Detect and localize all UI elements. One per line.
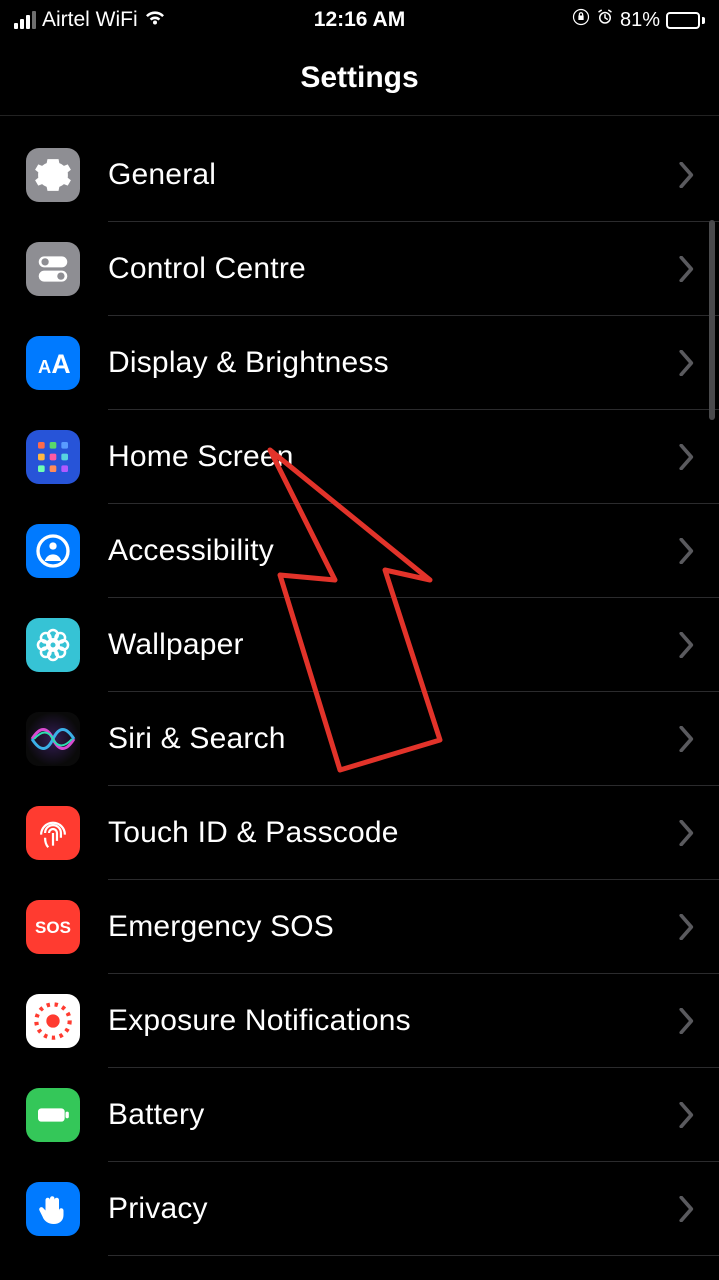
chevron-right-icon	[679, 632, 695, 658]
bottom-black-bar	[0, 1260, 719, 1280]
settings-row-touchid[interactable]: Touch ID & Passcode	[0, 786, 719, 880]
chevron-right-icon	[679, 350, 695, 376]
carrier-label: Airtel WiFi	[42, 8, 138, 32]
status-bar-right: 81%	[572, 8, 705, 32]
chevron-right-icon	[679, 1008, 695, 1034]
chevron-right-icon	[679, 914, 695, 940]
settings-row-body: Emergency SOS	[108, 880, 719, 974]
status-bar-left: Airtel WiFi	[14, 8, 166, 32]
battery-icon-status	[666, 12, 705, 29]
settings-row-label: Accessibility	[108, 534, 679, 568]
chevron-right-icon	[679, 256, 695, 282]
settings-row-label: Display & Brightness	[108, 346, 679, 380]
settings-row-display[interactable]: AA Display & Brightness	[0, 316, 719, 410]
chevron-right-icon	[679, 1196, 695, 1222]
settings-row-home-screen[interactable]: Home Screen	[0, 410, 719, 504]
settings-row-label: General	[108, 158, 679, 192]
page-title: Settings	[0, 40, 719, 116]
hand-icon	[26, 1182, 80, 1236]
battery-icon	[26, 1088, 80, 1142]
settings-row-label: Touch ID & Passcode	[108, 816, 679, 850]
settings-row-exposure[interactable]: Exposure Notifications	[0, 974, 719, 1068]
wifi-icon	[144, 9, 166, 32]
battery-percent-label: 81%	[620, 9, 660, 32]
chevron-right-icon	[679, 726, 695, 752]
apps-grid-icon	[26, 430, 80, 484]
settings-row-body: General	[108, 128, 719, 222]
settings-row-body: Battery	[108, 1068, 719, 1162]
cellular-signal-icon	[14, 11, 36, 29]
settings-row-label: Emergency SOS	[108, 910, 679, 944]
sos-icon: SOS	[26, 900, 80, 954]
person-circle-icon	[26, 524, 80, 578]
orientation-lock-icon	[572, 8, 590, 32]
exposure-icon	[26, 994, 80, 1048]
switches-icon	[26, 242, 80, 296]
settings-row-wallpaper[interactable]: Wallpaper	[0, 598, 719, 692]
siri-icon	[26, 712, 80, 766]
fingerprint-icon	[26, 806, 80, 860]
settings-row-label: Wallpaper	[108, 628, 679, 662]
svg-text:A: A	[38, 356, 51, 377]
chevron-right-icon	[679, 1102, 695, 1128]
settings-row-body: Display & Brightness	[108, 316, 719, 410]
alarm-icon	[596, 8, 614, 32]
settings-row-siri[interactable]: Siri & Search	[0, 692, 719, 786]
settings-row-accessibility[interactable]: Accessibility	[0, 504, 719, 598]
settings-row-body: Exposure Notifications	[108, 974, 719, 1068]
settings-row-body: Wallpaper	[108, 598, 719, 692]
settings-row-body: Accessibility	[108, 504, 719, 598]
settings-row-label: Control Centre	[108, 252, 679, 286]
page-title-label: Settings	[300, 61, 418, 95]
svg-text:SOS: SOS	[35, 918, 71, 937]
settings-row-control-centre[interactable]: Control Centre	[0, 222, 719, 316]
text-size-icon: AA	[26, 336, 80, 390]
gear-icon	[26, 148, 80, 202]
settings-row-label: Battery	[108, 1098, 679, 1132]
settings-row-label: Exposure Notifications	[108, 1004, 679, 1038]
settings-row-body: Touch ID & Passcode	[108, 786, 719, 880]
settings-row-label: Home Screen	[108, 440, 679, 474]
settings-row-body: Siri & Search	[108, 692, 719, 786]
chevron-right-icon	[679, 538, 695, 564]
chevron-right-icon	[679, 820, 695, 846]
svg-text:A: A	[51, 349, 70, 379]
settings-row-general[interactable]: General	[0, 128, 719, 222]
settings-row-sos[interactable]: SOS Emergency SOS	[0, 880, 719, 974]
settings-row-body: Control Centre	[108, 222, 719, 316]
chevron-right-icon	[679, 444, 695, 470]
flower-icon	[26, 618, 80, 672]
chevron-right-icon	[679, 162, 695, 188]
status-bar: Airtel WiFi 12:16 AM 81%	[0, 0, 719, 40]
settings-row-label: Siri & Search	[108, 722, 679, 756]
settings-row-body: Privacy	[108, 1162, 719, 1256]
settings-row-body: Home Screen	[108, 410, 719, 504]
settings-list: General Control Centre AA Display & Brightn…	[0, 116, 719, 1256]
settings-row-battery[interactable]: Battery	[0, 1068, 719, 1162]
settings-row-privacy[interactable]: Privacy	[0, 1162, 719, 1256]
scroll-indicator[interactable]	[709, 220, 715, 420]
settings-row-label: Privacy	[108, 1192, 679, 1226]
